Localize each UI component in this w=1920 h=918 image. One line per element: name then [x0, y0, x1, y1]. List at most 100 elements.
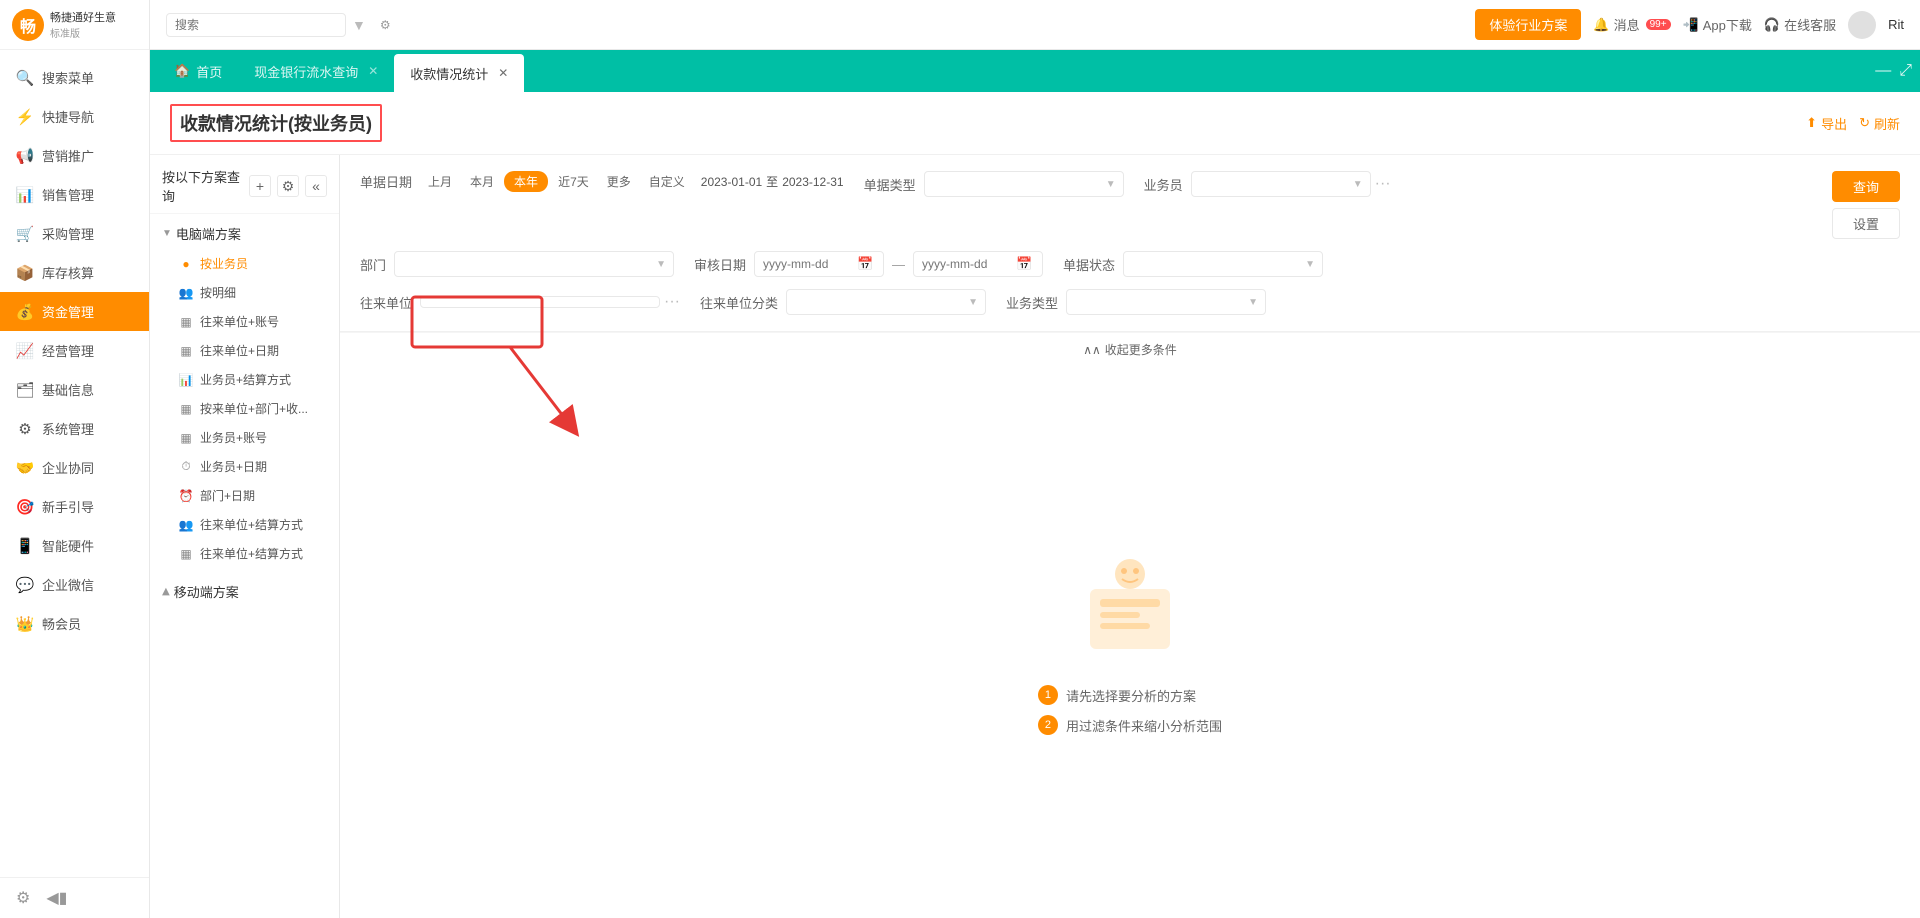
sidebar-item-purchase[interactable]: 🛒 采购管理 — [0, 214, 149, 253]
collapse-footer-icon[interactable]: ◀▮ — [46, 888, 67, 908]
scheme-partner-dept[interactable]: ▦ 按来单位+部门+收... — [150, 394, 339, 423]
review-date-to-input[interactable] — [922, 257, 1012, 271]
tab-minimize-icon[interactable]: — — [1875, 62, 1891, 80]
sidebar-item-hardware[interactable]: 📱 智能硬件 — [0, 526, 149, 565]
scheme-salesperson-date[interactable]: ⏱ 业务员+日期 — [150, 452, 339, 481]
date-to: 2023-12-31 — [782, 175, 843, 189]
salesperson-settlement-icon: 📊 — [178, 372, 194, 388]
partner-category-select-wrap: ▼ — [786, 289, 986, 315]
wechat-icon: 💬 — [16, 576, 34, 594]
partner-dept-icon: ▦ — [178, 401, 194, 417]
btn-more-dates[interactable]: 更多 — [599, 171, 639, 192]
btn-this-year[interactable]: 本年 — [504, 171, 548, 192]
doc-status-select[interactable] — [1123, 251, 1323, 277]
btn-custom-date[interactable]: 自定义 — [641, 171, 693, 192]
filter-row2: 部门 ▼ 审核日期 — [360, 251, 1900, 277]
sidebar-item-operation[interactable]: 📈 经营管理 — [0, 331, 149, 370]
tab-collection[interactable]: 收款情况统计 ✕ — [394, 54, 524, 92]
scheme-partner-settlement1[interactable]: 👥 往来单位+结算方式 — [150, 510, 339, 539]
sidebar-item-marketing[interactable]: 📢 营销推广 — [0, 136, 149, 175]
sidebar-item-finance[interactable]: 💰 资金管理 — [0, 292, 149, 331]
dept-select[interactable] — [394, 251, 674, 277]
partner-dots-icon[interactable]: ··· — [664, 293, 680, 311]
basic-icon: 🗂 — [16, 381, 34, 399]
notification-area[interactable]: 🔔 消息 99+ — [1593, 15, 1670, 34]
scheme-partner-settlement2[interactable]: ▦ 往来单位+结算方式 — [150, 539, 339, 568]
scheme-partner-date[interactable]: ▦ 往来单位+日期 — [150, 336, 339, 365]
notification-badge: 99+ — [1646, 19, 1671, 30]
tab-home[interactable]: 🏠 首页 — [158, 50, 238, 92]
scheme-by-detail[interactable]: 👥 按明细 — [150, 278, 339, 307]
gear-icon[interactable]: ⚙ — [380, 18, 391, 32]
sidebar-item-label: 智能硬件 — [42, 536, 94, 555]
more-options-icon[interactable]: ··· — [1375, 175, 1391, 193]
filter-row3: 往来单位 ··· 往来单位分类 — [360, 289, 1900, 315]
sidebar-item-quicknav[interactable]: ⚡ 快捷导航 — [0, 97, 149, 136]
empty-state: 1 请先选择要分析的方案 2 用过滤条件来缩小分析范围 — [340, 366, 1920, 918]
partner-category-label: 往来单位分类 — [700, 293, 778, 312]
btn-last-month[interactable]: 上月 — [420, 171, 460, 192]
calendar-to-icon[interactable]: 📅 — [1016, 256, 1032, 272]
sidebar-item-guide[interactable]: 🎯 新手引导 — [0, 487, 149, 526]
business-type-filter: 业务类型 ▼ — [1006, 289, 1266, 315]
sidebar-item-label: 企业协同 — [42, 458, 94, 477]
desktop-group-header[interactable]: ▼ 电脑端方案 — [150, 218, 339, 249]
sidebar-item-sales[interactable]: 📊 销售管理 — [0, 175, 149, 214]
avatar[interactable] — [1848, 11, 1876, 39]
enterprise-icon: 🤝 — [16, 459, 34, 477]
panel-collapse-button[interactable]: « — [305, 175, 327, 197]
purchase-icon: 🛒 — [16, 225, 34, 243]
detail-scheme-icon: 👥 — [178, 285, 194, 301]
mobile-group-header[interactable]: ▶ 移动端方案 — [150, 576, 339, 607]
tab-collection-close[interactable]: ✕ — [498, 66, 508, 80]
sidebar-item-label: 搜索菜单 — [42, 68, 94, 87]
query-button[interactable]: 查询 — [1832, 171, 1900, 202]
scheme-salesperson-account[interactable]: ▦ 业务员+账号 — [150, 423, 339, 452]
sidebar-item-system[interactable]: ⚙ 系统管理 — [0, 409, 149, 448]
right-panel: 单据日期 上月 本月 本年 近7天 更多 自定义 — [340, 155, 1920, 918]
sidebar-item-basic[interactable]: 🗂 基础信息 — [0, 370, 149, 409]
refresh-button[interactable]: ↻ 刷新 — [1859, 114, 1900, 133]
app-download[interactable]: 📲 App下载 — [1683, 15, 1752, 34]
online-service[interactable]: 🎧 在线客服 — [1764, 15, 1836, 34]
scheme-dept-date[interactable]: ⏰ 部门+日期 — [150, 481, 339, 510]
settings-footer-icon[interactable]: ⚙ — [16, 888, 30, 908]
partner-filter: 往来单位 ··· — [360, 293, 680, 312]
guide-icon: 🎯 — [16, 498, 34, 516]
btn-last7days[interactable]: 近7天 — [550, 171, 597, 192]
left-panel: 按以下方案查询 + ⚙ « ▼ 电脑端方案 — [150, 155, 340, 918]
scheme-partner-account[interactable]: ▦ 往来单位+账号 — [150, 307, 339, 336]
scheme-salesperson-settlement[interactable]: 📊 业务员+结算方式 — [150, 365, 339, 394]
sidebar-item-inventory[interactable]: 📦 库存核算 — [0, 253, 149, 292]
sidebar-item-wechat[interactable]: 💬 企业微信 — [0, 565, 149, 604]
sidebar-item-label: 营销推广 — [42, 146, 94, 165]
trial-button[interactable]: 体验行业方案 — [1475, 9, 1581, 40]
review-date-from-input[interactable] — [763, 257, 853, 271]
collapse-bar[interactable]: ∧∧ 收起更多条件 — [340, 332, 1920, 366]
tab-maximize-icon[interactable]: ⤢ — [1899, 62, 1912, 80]
salesperson-select[interactable] — [1191, 171, 1371, 197]
partner-category-select[interactable] — [786, 289, 986, 315]
sidebar: 畅 畅捷通好生意 标准版 🔍 搜索菜单 ⚡ 快捷导航 📢 营销推广 📊 销售管理 — [0, 0, 150, 918]
btn-this-month[interactable]: 本月 — [462, 171, 502, 192]
bell-icon: 🔔 — [1593, 17, 1609, 33]
tab-bank[interactable]: 现金银行流水查询 ✕ — [238, 50, 394, 92]
scheme-settings-button[interactable]: ⚙ — [277, 175, 299, 197]
settings-button[interactable]: 设置 — [1832, 208, 1900, 239]
content-area: 收款情况统计(按业务员) ⬆ 导出 ↻ 刷新 按以下 — [150, 92, 1920, 918]
scheme-by-salesperson[interactable]: ● 按业务员 — [150, 249, 339, 278]
sidebar-item-enterprise[interactable]: 🤝 企业协同 — [0, 448, 149, 487]
calendar-from-icon[interactable]: 📅 — [857, 256, 873, 272]
tab-bank-close[interactable]: ✕ — [368, 64, 378, 78]
system-icon: ⚙ — [16, 420, 34, 438]
search-input[interactable] — [166, 13, 346, 37]
business-type-select[interactable] — [1066, 289, 1266, 315]
export-button[interactable]: ⬆ 导出 — [1806, 114, 1847, 133]
desktop-schemes-group: ▼ 电脑端方案 ● 按业务员 👥 按明细 ▦ — [150, 214, 339, 572]
sidebar-item-member[interactable]: 👑 畅会员 — [0, 604, 149, 643]
sidebar-item-search[interactable]: 🔍 搜索菜单 — [0, 58, 149, 97]
doc-type-select[interactable] — [924, 171, 1124, 197]
partner-input[interactable] — [420, 296, 660, 308]
add-scheme-button[interactable]: + — [249, 175, 271, 197]
step2-number: 2 — [1038, 715, 1058, 735]
